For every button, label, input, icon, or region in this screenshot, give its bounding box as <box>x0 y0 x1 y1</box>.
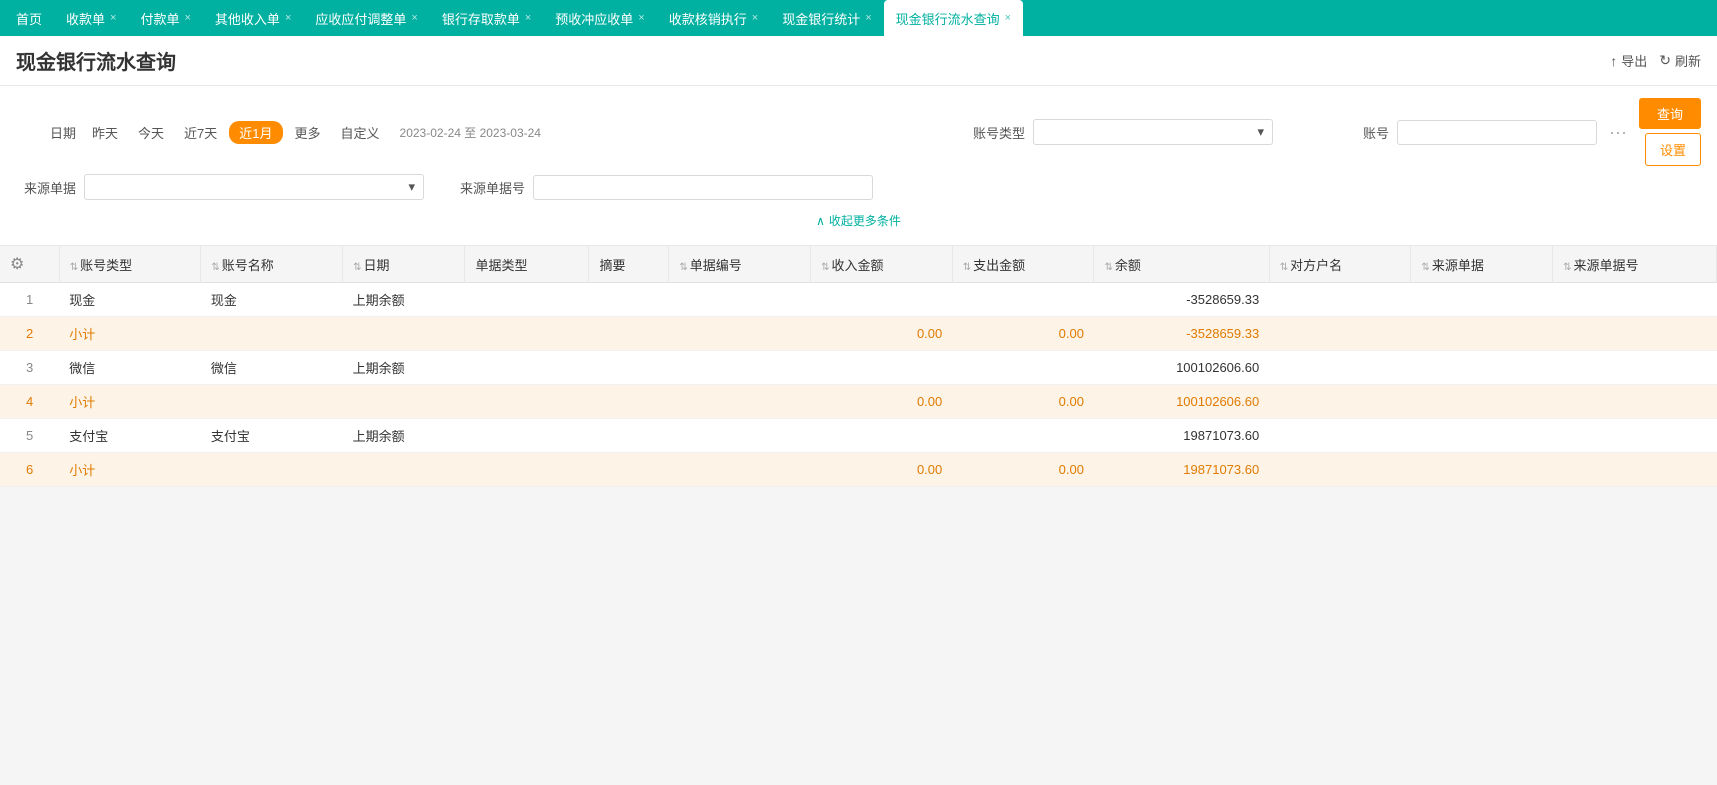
date-label: 日期 <box>16 123 76 142</box>
date-custom[interactable]: 自定义 <box>333 121 388 144</box>
sort-icon: ⇅ <box>1104 262 1112 273</box>
col-source-doc-no[interactable]: ⇅来源单据号 <box>1553 246 1717 283</box>
collapse-label: 收起更多条件 <box>829 212 901 229</box>
table-header-row: ⚙ ⇅账号类型 ⇅账号名称 ⇅日期 单据类型 摘要 ⇅单据编号 ⇅收入金额 <box>0 246 1717 283</box>
table-row: 6小计0.000.0019871073.60 <box>0 453 1717 487</box>
col-summary: 摘要 <box>589 246 669 283</box>
table-row: 2小计0.000.00-3528659.33 <box>0 317 1717 351</box>
date-more[interactable]: 更多 <box>287 121 329 144</box>
col-doc-no[interactable]: ⇅单据编号 <box>669 246 811 283</box>
nav-item-bank-deposit[interactable]: 银行存取款单 × <box>430 0 543 36</box>
nav-item-collection[interactable]: 收款核销执行 × <box>657 0 770 36</box>
account-type-label: 账号类型 <box>965 123 1025 142</box>
export-button[interactable]: ↑ 导出 <box>1610 51 1647 70</box>
nav-item-adjustment[interactable]: 应收应付调整单 × <box>303 0 429 36</box>
top-navigation: 首页 收款单 × 付款单 × 其他收入单 × 应收应付调整单 × 银行存取款单 … <box>0 0 1717 36</box>
close-icon[interactable]: × <box>411 12 417 24</box>
account-dots[interactable]: ··· <box>1605 122 1631 143</box>
nav-item-receipt[interactable]: 收款单 × <box>54 0 128 36</box>
refresh-button[interactable]: ↻ 刷新 <box>1659 51 1701 70</box>
source-doc-select[interactable]: ▾ <box>84 174 424 200</box>
date-yesterday[interactable]: 昨天 <box>84 121 126 144</box>
col-expense[interactable]: ⇅支出金额 <box>952 246 1094 283</box>
col-income[interactable]: ⇅收入金额 <box>811 246 953 283</box>
account-input[interactable] <box>1397 120 1597 145</box>
table-row: 4小计0.000.00100102606.60 <box>0 385 1717 419</box>
date-1month[interactable]: 近1月 <box>229 121 282 144</box>
nav-item-home[interactable]: 首页 <box>4 0 54 36</box>
nav-item-advance[interactable]: 预收冲应收单 × <box>543 0 656 36</box>
close-icon[interactable]: × <box>110 12 116 24</box>
table-row: 1现金现金上期余额-3528659.33 <box>0 283 1717 317</box>
table-container: ⚙ ⇅账号类型 ⇅账号名称 ⇅日期 单据类型 摘要 ⇅单据编号 ⇅收入金额 <box>0 246 1717 487</box>
source-doc-label: 来源单据 <box>16 178 76 197</box>
col-account-type[interactable]: ⇅账号类型 <box>59 246 201 283</box>
refresh-icon: ↻ <box>1659 52 1671 69</box>
settings-button[interactable]: 设置 <box>1645 133 1701 166</box>
filter-area: 日期 昨天 今天 近7天 近1月 更多 自定义 2023-02-24 至 202… <box>0 86 1717 246</box>
close-icon[interactable]: × <box>184 12 190 24</box>
sort-icon: ⇅ <box>1563 262 1571 273</box>
source-doc-no-input[interactable] <box>533 175 873 200</box>
gear-icon[interactable]: ⚙ <box>10 256 24 273</box>
query-button[interactable]: 查询 <box>1639 98 1701 129</box>
sort-icon: ⇅ <box>70 262 78 273</box>
close-icon[interactable]: × <box>1005 12 1011 24</box>
filter-row-date: 日期 昨天 今天 近7天 近1月 更多 自定义 2023-02-24 至 202… <box>16 98 1701 166</box>
nav-item-other-income[interactable]: 其他收入单 × <box>203 0 303 36</box>
sort-icon: ⇅ <box>1421 262 1429 273</box>
close-icon[interactable]: × <box>638 12 644 24</box>
account-type-select[interactable]: ▾ <box>1033 119 1273 145</box>
export-icon: ↑ <box>1610 53 1617 69</box>
sort-icon: ⇅ <box>821 262 829 273</box>
chevron-down-icon: ▾ <box>408 179 415 195</box>
chevron-up-icon: ∧ <box>816 214 825 228</box>
col-doc-type: 单据类型 <box>465 246 589 283</box>
nav-item-bank-stats[interactable]: 现金银行统计 × <box>770 0 883 36</box>
table-row: 5支付宝支付宝上期余额19871073.60 <box>0 419 1717 453</box>
table-row: 3微信微信上期余额100102606.60 <box>0 351 1717 385</box>
close-icon[interactable]: × <box>865 12 871 24</box>
close-icon[interactable]: × <box>285 12 291 24</box>
sort-icon: ⇅ <box>353 262 361 273</box>
sort-icon: ⇅ <box>211 262 219 273</box>
col-source-doc[interactable]: ⇅来源单据 <box>1411 246 1553 283</box>
col-date[interactable]: ⇅日期 <box>343 246 465 283</box>
close-icon[interactable]: × <box>525 12 531 24</box>
source-doc-no-label: 来源单据号 <box>460 178 525 197</box>
col-account-name[interactable]: ⇅账号名称 <box>201 246 343 283</box>
close-icon[interactable]: × <box>752 12 758 24</box>
date-7days[interactable]: 近7天 <box>176 121 225 144</box>
col-counterpart[interactable]: ⇅对方户名 <box>1269 246 1411 283</box>
date-today[interactable]: 今天 <box>130 121 172 144</box>
date-options: 昨天 今天 近7天 近1月 更多 自定义 <box>84 121 388 144</box>
col-balance[interactable]: ⇅余额 <box>1094 246 1269 283</box>
page-title: 现金银行流水查询 <box>16 46 176 75</box>
action-area: 查询 设置 <box>1639 98 1701 166</box>
account-label: 账号 <box>1329 123 1389 142</box>
sort-icon: ⇅ <box>963 262 971 273</box>
data-table: ⚙ ⇅账号类型 ⇅账号名称 ⇅日期 单据类型 摘要 ⇅单据编号 ⇅收入金额 <box>0 246 1717 487</box>
chevron-down-icon: ▾ <box>1257 124 1264 140</box>
filter-row-source: 来源单据 ▾ 来源单据号 <box>16 174 1701 200</box>
sort-icon: ⇅ <box>679 262 687 273</box>
date-range-display: 2023-02-24 至 2023-03-24 <box>400 124 541 141</box>
col-gear[interactable]: ⚙ <box>0 246 59 283</box>
nav-item-payment[interactable]: 付款单 × <box>128 0 202 36</box>
nav-item-bank-flow[interactable]: 现金银行流水查询 × <box>884 0 1023 36</box>
sort-icon: ⇅ <box>1280 262 1288 273</box>
collapse-bar[interactable]: ∧ 收起更多条件 <box>16 208 1701 233</box>
header-actions: ↑ 导出 ↻ 刷新 <box>1610 51 1701 70</box>
page-header: 现金银行流水查询 ↑ 导出 ↻ 刷新 <box>0 36 1717 86</box>
